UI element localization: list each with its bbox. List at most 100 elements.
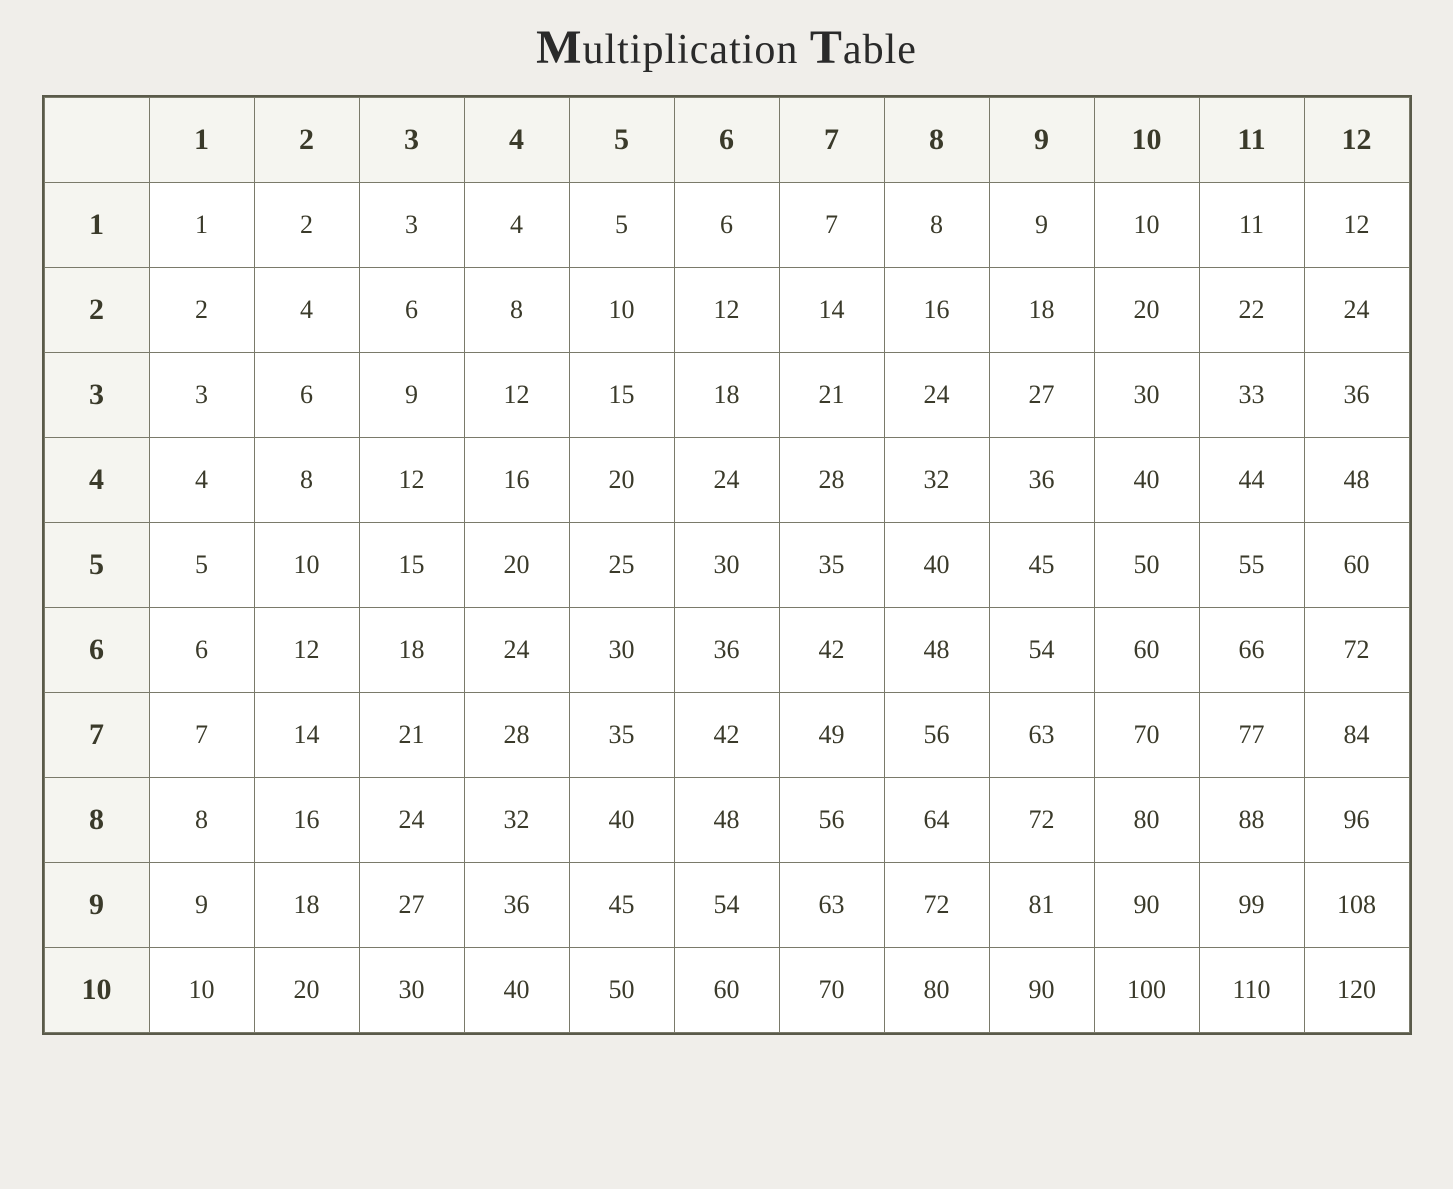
row-header-2: 2 — [44, 268, 149, 353]
cell-8-10: 80 — [1094, 778, 1199, 863]
cell-4-12: 48 — [1304, 438, 1409, 523]
cell-5-8: 40 — [884, 523, 989, 608]
cell-2-12: 24 — [1304, 268, 1409, 353]
cell-7-3: 21 — [359, 693, 464, 778]
cell-3-12: 36 — [1304, 353, 1409, 438]
cell-8-11: 88 — [1199, 778, 1304, 863]
cell-1-7: 7 — [779, 183, 884, 268]
cell-5-5: 25 — [569, 523, 674, 608]
col-header-8: 8 — [884, 98, 989, 183]
title-rest1: ultiplication — [582, 27, 809, 73]
cell-10-8: 80 — [884, 948, 989, 1033]
row-header-1: 1 — [44, 183, 149, 268]
table-row: 224681012141618202224 — [44, 268, 1409, 353]
cell-9-6: 54 — [674, 863, 779, 948]
cell-6-6: 36 — [674, 608, 779, 693]
cell-9-7: 63 — [779, 863, 884, 948]
table-row: 881624324048566472808896 — [44, 778, 1409, 863]
cell-10-12: 120 — [1304, 948, 1409, 1033]
cell-2-10: 20 — [1094, 268, 1199, 353]
cell-1-1: 1 — [149, 183, 254, 268]
cell-8-1: 8 — [149, 778, 254, 863]
cell-2-4: 8 — [464, 268, 569, 353]
cell-8-7: 56 — [779, 778, 884, 863]
title-bold-t: T — [810, 21, 843, 74]
cell-4-2: 8 — [254, 438, 359, 523]
table-row: 771421283542495663707784 — [44, 693, 1409, 778]
cell-5-9: 45 — [989, 523, 1094, 608]
cell-3-3: 9 — [359, 353, 464, 438]
table-row: 551015202530354045505560 — [44, 523, 1409, 608]
cell-2-5: 10 — [569, 268, 674, 353]
col-header-12: 12 — [1304, 98, 1409, 183]
cell-7-10: 70 — [1094, 693, 1199, 778]
cell-1-4: 4 — [464, 183, 569, 268]
cell-2-3: 6 — [359, 268, 464, 353]
cell-5-7: 35 — [779, 523, 884, 608]
table-row: 44812162024283236404448 — [44, 438, 1409, 523]
cell-3-7: 21 — [779, 353, 884, 438]
cell-1-6: 6 — [674, 183, 779, 268]
cell-10-7: 70 — [779, 948, 884, 1033]
cell-8-5: 40 — [569, 778, 674, 863]
cell-6-2: 12 — [254, 608, 359, 693]
cell-3-4: 12 — [464, 353, 569, 438]
cell-5-6: 30 — [674, 523, 779, 608]
cell-8-9: 72 — [989, 778, 1094, 863]
multiplication-table: 1234567891011121123456789101112224681012… — [44, 97, 1410, 1033]
cell-3-9: 27 — [989, 353, 1094, 438]
table-row: 10102030405060708090100110120 — [44, 948, 1409, 1033]
col-header-11: 11 — [1199, 98, 1304, 183]
row-header-8: 8 — [44, 778, 149, 863]
cell-9-10: 90 — [1094, 863, 1199, 948]
cell-1-2: 2 — [254, 183, 359, 268]
cell-10-4: 40 — [464, 948, 569, 1033]
cell-8-4: 32 — [464, 778, 569, 863]
title-rest2: able — [843, 27, 917, 73]
cell-7-9: 63 — [989, 693, 1094, 778]
col-header-5: 5 — [569, 98, 674, 183]
col-header-2: 2 — [254, 98, 359, 183]
cell-10-10: 100 — [1094, 948, 1199, 1033]
cell-9-4: 36 — [464, 863, 569, 948]
cell-4-10: 40 — [1094, 438, 1199, 523]
cell-3-5: 15 — [569, 353, 674, 438]
cell-3-1: 3 — [149, 353, 254, 438]
cell-1-12: 12 — [1304, 183, 1409, 268]
cell-1-5: 5 — [569, 183, 674, 268]
cell-6-11: 66 — [1199, 608, 1304, 693]
cell-6-3: 18 — [359, 608, 464, 693]
row-header-7: 7 — [44, 693, 149, 778]
cell-4-8: 32 — [884, 438, 989, 523]
cell-7-6: 42 — [674, 693, 779, 778]
cell-8-3: 24 — [359, 778, 464, 863]
cell-1-9: 9 — [989, 183, 1094, 268]
col-header-1: 1 — [149, 98, 254, 183]
col-header-10: 10 — [1094, 98, 1199, 183]
cell-5-4: 20 — [464, 523, 569, 608]
cell-9-9: 81 — [989, 863, 1094, 948]
cell-10-11: 110 — [1199, 948, 1304, 1033]
cell-10-3: 30 — [359, 948, 464, 1033]
cell-9-3: 27 — [359, 863, 464, 948]
cell-2-11: 22 — [1199, 268, 1304, 353]
cell-5-11: 55 — [1199, 523, 1304, 608]
cell-2-9: 18 — [989, 268, 1094, 353]
cell-8-8: 64 — [884, 778, 989, 863]
table-row: 661218243036424854606672 — [44, 608, 1409, 693]
cell-1-8: 8 — [884, 183, 989, 268]
cell-4-5: 20 — [569, 438, 674, 523]
cell-6-1: 6 — [149, 608, 254, 693]
row-header-3: 3 — [44, 353, 149, 438]
table-row: 3369121518212427303336 — [44, 353, 1409, 438]
cell-8-2: 16 — [254, 778, 359, 863]
title-bold-m: M — [536, 21, 582, 74]
col-header-4: 4 — [464, 98, 569, 183]
table-row: 1123456789101112 — [44, 183, 1409, 268]
cell-4-1: 4 — [149, 438, 254, 523]
col-header-9: 9 — [989, 98, 1094, 183]
cell-7-4: 28 — [464, 693, 569, 778]
col-header-6: 6 — [674, 98, 779, 183]
col-header-7: 7 — [779, 98, 884, 183]
cell-6-9: 54 — [989, 608, 1094, 693]
